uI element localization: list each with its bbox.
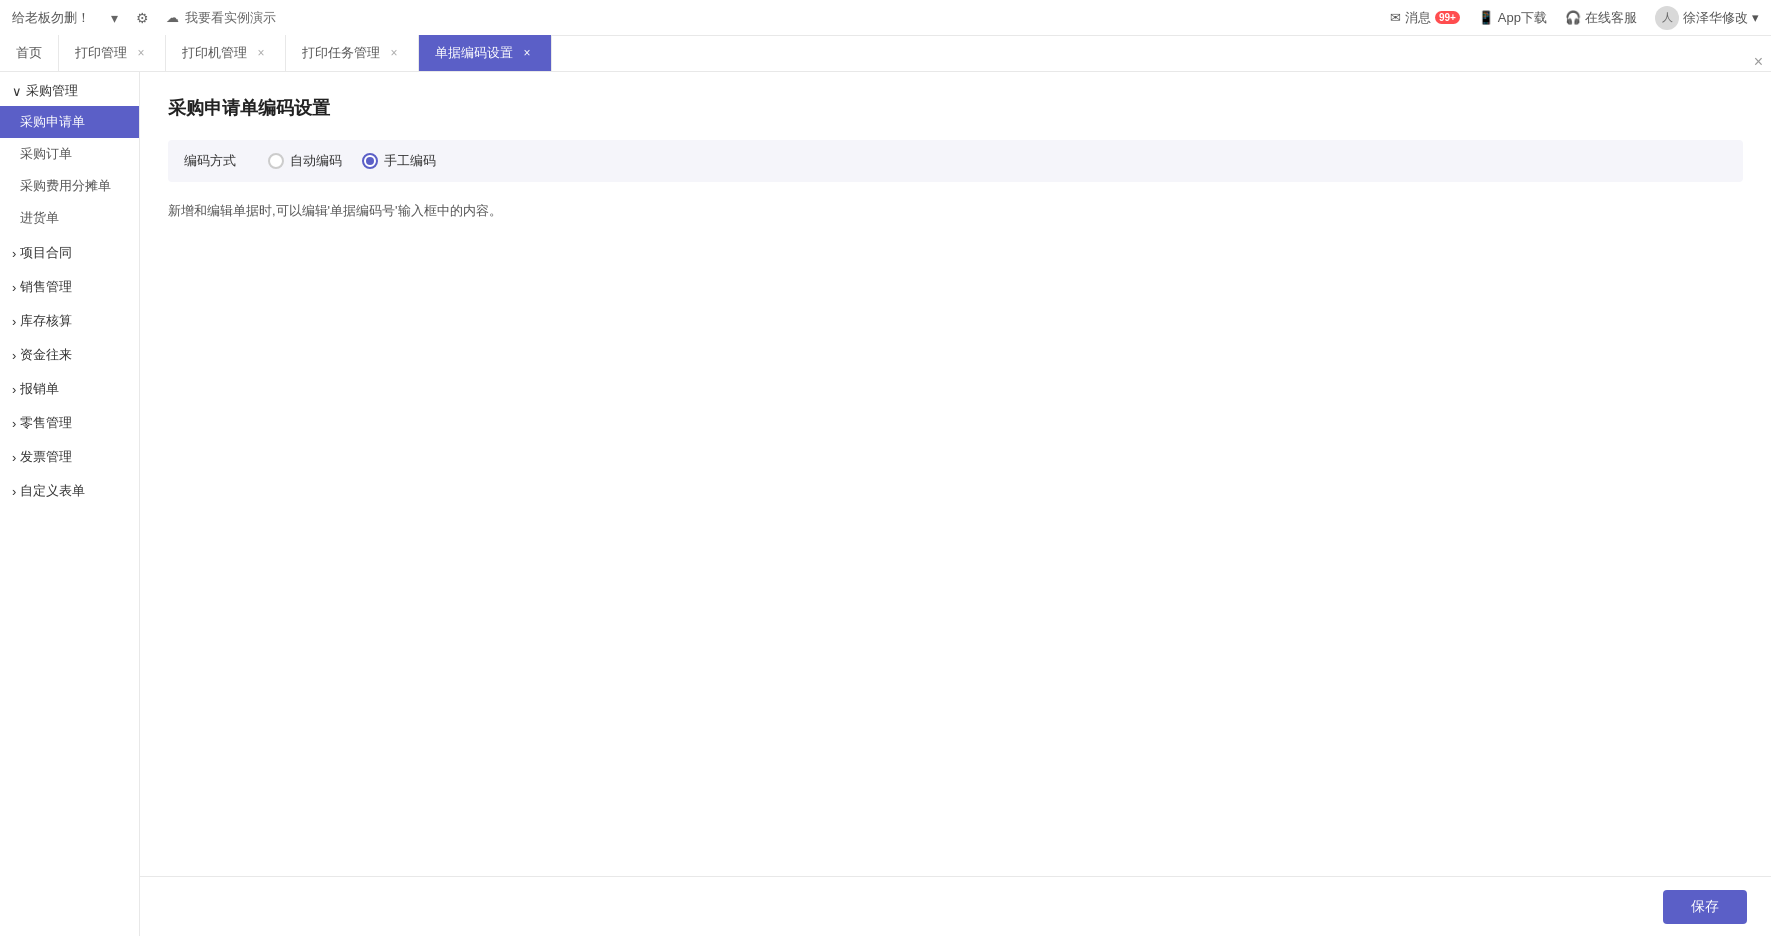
- tab-print-mgmt-close[interactable]: ×: [133, 45, 149, 61]
- search-text[interactable]: 我要看实例演示: [185, 9, 276, 27]
- sidebar-item-purchase-request-label: 采购申请单: [20, 114, 85, 129]
- sidebar-group-inventory[interactable]: › 库存核算: [0, 302, 139, 336]
- tab-print-task-mgmt-close[interactable]: ×: [386, 45, 402, 61]
- download-icon: 📱: [1478, 10, 1494, 25]
- hint-text: 新增和编辑单据时,可以编辑'单据编码号'输入框中的内容。: [168, 202, 1743, 220]
- top-bar-title[interactable]: 给老板勿删！: [12, 9, 90, 27]
- online-service-label: 在线客服: [1585, 9, 1637, 27]
- encoding-section: 编码方式 自动编码 手工编码: [168, 140, 1743, 182]
- user-chevron-icon: ▾: [1752, 10, 1759, 25]
- chevron-right-icon: ›: [12, 314, 16, 329]
- radio-group: 自动编码 手工编码: [268, 152, 436, 170]
- top-bar-left: 给老板勿删！ ▾ ⚙ ☁ 我要看实例演示: [12, 6, 276, 30]
- sidebar-group-sales-mgmt-label: 销售管理: [20, 278, 72, 296]
- sidebar-item-purchase-order[interactable]: 采购订单: [0, 138, 139, 170]
- online-service-btn[interactable]: 🎧 在线客服: [1565, 9, 1637, 27]
- app-download-label: App下载: [1498, 9, 1547, 27]
- tab-bar-global-close[interactable]: ×: [1754, 53, 1763, 71]
- sidebar-group-invoice-mgmt-label: 发票管理: [20, 448, 72, 466]
- message-icon: ✉: [1390, 10, 1401, 25]
- page-title: 采购申请单编码设置: [168, 96, 1743, 120]
- main-layout: ∨ 采购管理 采购申请单 采购订单 采购费用分摊单 进货单 › 项目合同 › 销…: [0, 72, 1771, 936]
- sidebar-item-purchase-expense[interactable]: 采购费用分摊单: [0, 170, 139, 202]
- tab-print-task-mgmt-label: 打印任务管理: [302, 44, 380, 62]
- sidebar-group-retail-mgmt-label: 零售管理: [20, 414, 72, 432]
- sidebar-group-sales-mgmt[interactable]: › 销售管理: [0, 268, 139, 302]
- chevron-right-icon: ›: [12, 450, 16, 465]
- sidebar-group-retail-mgmt[interactable]: › 零售管理: [0, 404, 139, 438]
- tab-single-code-settings-close[interactable]: ×: [519, 45, 535, 61]
- sidebar-item-stock-in-label: 进货单: [20, 210, 59, 225]
- tab-single-code-settings-label: 单据编码设置: [435, 44, 513, 62]
- chevron-right-icon: ›: [12, 348, 16, 363]
- user-name: 徐泽华修改: [1683, 9, 1748, 27]
- cloud-icon: ☁: [166, 10, 179, 25]
- radio-manual-encode[interactable]: 手工编码: [362, 152, 436, 170]
- service-icon: 🎧: [1565, 10, 1581, 25]
- top-bar-search[interactable]: ☁ 我要看实例演示: [166, 9, 276, 27]
- sidebar-group-fund-flow[interactable]: › 资金往来: [0, 336, 139, 370]
- top-bar: 给老板勿删！ ▾ ⚙ ☁ 我要看实例演示 ✉ 消息 99+ 📱 App下载 🎧 …: [0, 0, 1771, 36]
- sidebar-group-returns[interactable]: › 报销单: [0, 370, 139, 404]
- sidebar-item-stock-in[interactable]: 进货单: [0, 202, 139, 234]
- sidebar-group-custom-forms-label: 自定义表单: [20, 482, 85, 500]
- save-button[interactable]: 保存: [1663, 890, 1747, 924]
- encoding-label: 编码方式: [184, 152, 236, 170]
- radio-auto-encode-label: 自动编码: [290, 152, 342, 170]
- avatar: 人: [1655, 6, 1679, 30]
- sidebar-group-inventory-label: 库存核算: [20, 312, 72, 330]
- sidebar-group-returns-label: 报销单: [20, 380, 59, 398]
- top-bar-right: ✉ 消息 99+ 📱 App下载 🎧 在线客服 人 徐泽华修改 ▾: [1390, 6, 1759, 30]
- sidebar-group-purchase-mgmt-label: 采购管理: [26, 82, 78, 100]
- sidebar-item-purchase-expense-label: 采购费用分摊单: [20, 178, 111, 193]
- tab-home-label: 首页: [16, 44, 42, 62]
- chevron-right-icon: ›: [12, 484, 16, 499]
- tab-bar: 首页 打印管理 × 打印机管理 × 打印任务管理 × 单据编码设置 × ×: [0, 36, 1771, 72]
- message-label: 消息: [1405, 9, 1431, 27]
- sidebar: ∨ 采购管理 采购申请单 采购订单 采购费用分摊单 进货单 › 项目合同 › 销…: [0, 72, 140, 936]
- tab-printer-mgmt-label: 打印机管理: [182, 44, 247, 62]
- chevron-down-icon: ∨: [12, 84, 22, 99]
- content-area: 采购申请单编码设置 编码方式 自动编码 手工编码 新增和编辑单据时,可以编辑'单…: [140, 72, 1771, 936]
- chevron-right-icon: ›: [12, 416, 16, 431]
- top-bar-icons: ▾ ⚙: [102, 6, 154, 30]
- sidebar-group-project-contract[interactable]: › 项目合同: [0, 234, 139, 268]
- settings-icon[interactable]: ⚙: [130, 6, 154, 30]
- user-menu[interactable]: 人 徐泽华修改 ▾: [1655, 6, 1759, 30]
- tab-print-mgmt[interactable]: 打印管理 ×: [59, 35, 166, 71]
- chevron-right-icon: ›: [12, 246, 16, 261]
- tab-printer-mgmt-close[interactable]: ×: [253, 45, 269, 61]
- sidebar-group-purchase-mgmt[interactable]: ∨ 采购管理: [0, 72, 139, 106]
- tab-print-task-mgmt[interactable]: 打印任务管理 ×: [286, 35, 419, 71]
- radio-manual-encode-label: 手工编码: [384, 152, 436, 170]
- app-download-btn[interactable]: 📱 App下载: [1478, 9, 1547, 27]
- message-btn[interactable]: ✉ 消息 99+: [1390, 9, 1460, 27]
- sidebar-group-invoice-mgmt[interactable]: › 发票管理: [0, 438, 139, 472]
- chevron-right-icon: ›: [12, 280, 16, 295]
- radio-auto-encode[interactable]: 自动编码: [268, 152, 342, 170]
- chevron-down-icon[interactable]: ▾: [102, 6, 126, 30]
- chevron-right-icon: ›: [12, 382, 16, 397]
- radio-manual-encode-circle[interactable]: [362, 153, 378, 169]
- sidebar-group-project-contract-label: 项目合同: [20, 244, 72, 262]
- tab-print-mgmt-label: 打印管理: [75, 44, 127, 62]
- sidebar-item-purchase-request[interactable]: 采购申请单: [0, 106, 139, 138]
- footer-bar: 保存: [140, 876, 1771, 936]
- tab-home[interactable]: 首页: [0, 35, 59, 71]
- radio-auto-encode-circle[interactable]: [268, 153, 284, 169]
- content-body: 采购申请单编码设置 编码方式 自动编码 手工编码 新增和编辑单据时,可以编辑'单…: [140, 72, 1771, 876]
- message-badge: 99+: [1435, 11, 1460, 24]
- tab-single-code-settings[interactable]: 单据编码设置 ×: [419, 35, 552, 71]
- sidebar-group-fund-flow-label: 资金往来: [20, 346, 72, 364]
- sidebar-item-purchase-order-label: 采购订单: [20, 146, 72, 161]
- sidebar-group-custom-forms[interactable]: › 自定义表单: [0, 472, 139, 506]
- tab-printer-mgmt[interactable]: 打印机管理 ×: [166, 35, 286, 71]
